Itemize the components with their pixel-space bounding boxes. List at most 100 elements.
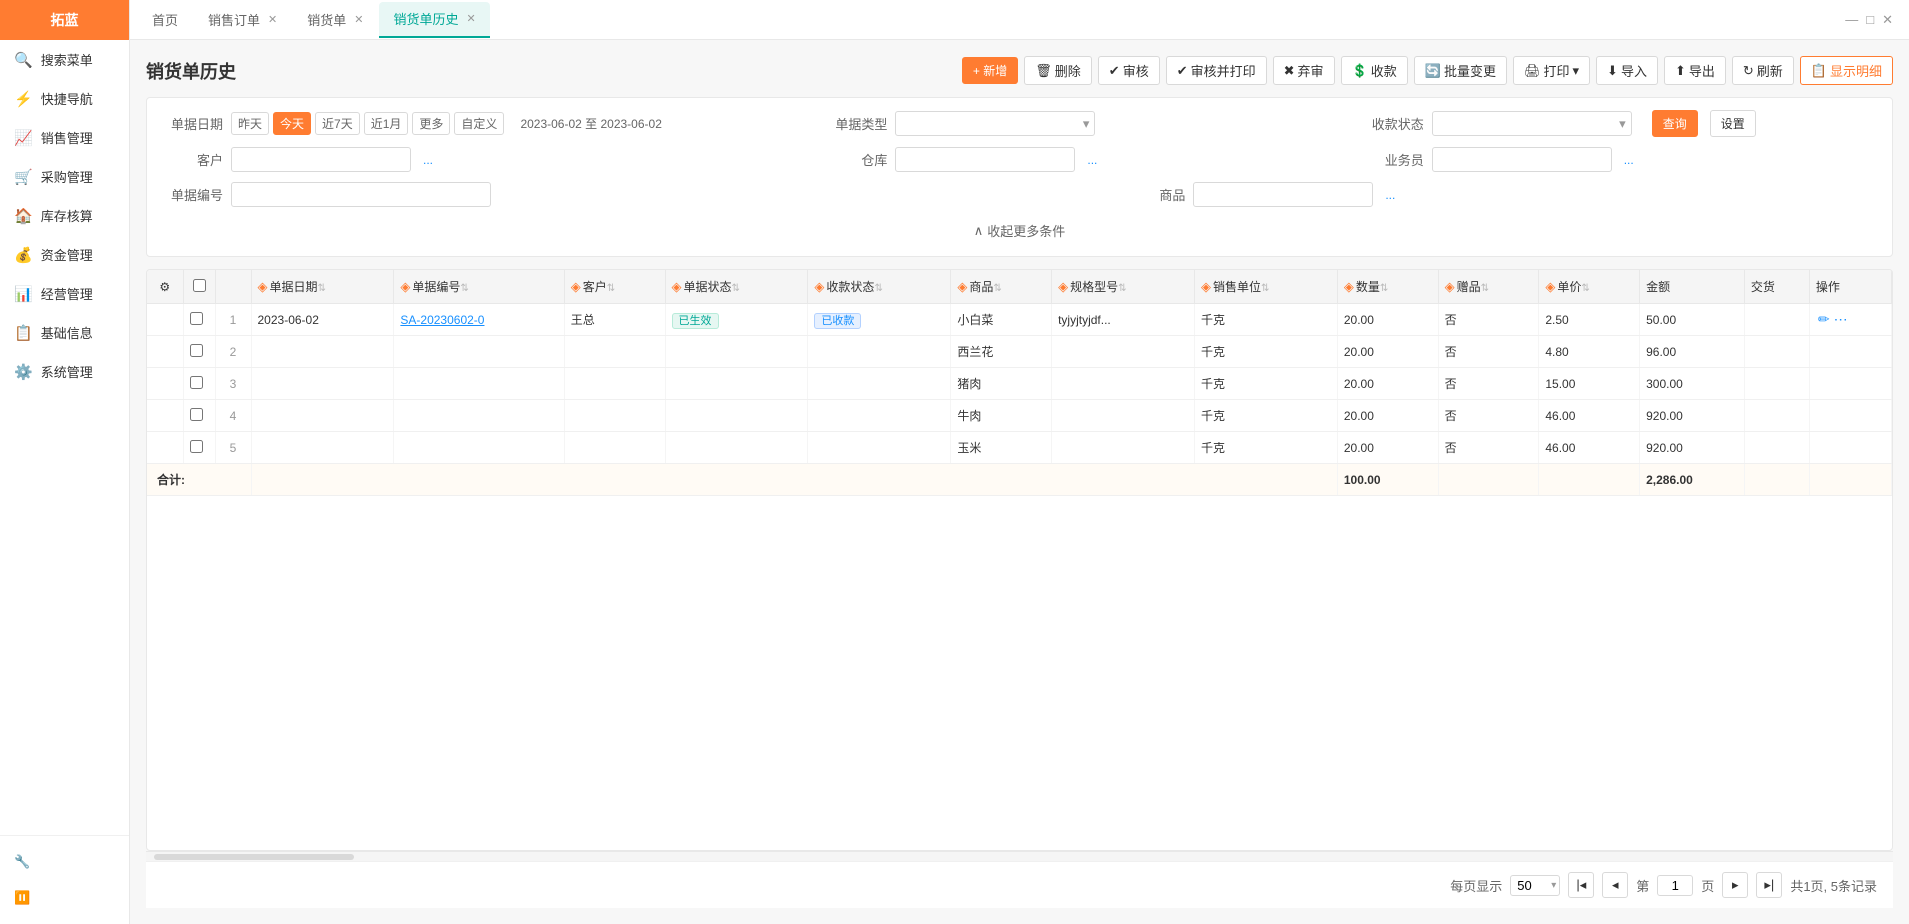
th-doc-no[interactable]: ◈单据编号⇅ xyxy=(394,270,564,304)
collect-status-badge: 已收款 xyxy=(814,313,861,329)
sidebar-item-settings[interactable]: 🔧 xyxy=(0,844,129,880)
date-today[interactable]: 今天 xyxy=(273,112,311,135)
review-button[interactable]: ✔ 审核 xyxy=(1098,56,1160,85)
sidebar-item-collapse[interactable]: ⏸️ xyxy=(0,880,129,916)
cell-settings xyxy=(147,336,183,368)
goods-more-icon[interactable]: ... xyxy=(1385,188,1395,202)
th-customer[interactable]: ◈客户⇅ xyxy=(564,270,665,304)
more-action-icon[interactable]: ⋯ xyxy=(1834,311,1848,327)
th-sales-unit[interactable]: ◈销售单位⇅ xyxy=(1194,270,1337,304)
sidebar-item-sys-mgmt[interactable]: ⚙️ 系统管理 xyxy=(0,352,129,391)
sidebar-item-purchase-mgmt[interactable]: 🛒 采购管理 xyxy=(0,157,129,196)
cell-action xyxy=(1809,432,1891,464)
money-icon: 💰 xyxy=(14,246,33,264)
collapse-label: 收起更多条件 xyxy=(987,221,1065,240)
table-row: 2西兰花千克20.00否4.8096.00 xyxy=(147,336,1892,368)
th-quantity[interactable]: ◈数量⇅ xyxy=(1337,270,1438,304)
date-7days[interactable]: 近7天 xyxy=(315,112,360,135)
sidebar-item-ops-mgmt[interactable]: 📊 经营管理 xyxy=(0,274,129,313)
sidebar-item-inventory-calc[interactable]: 🏠 库存核算 xyxy=(0,196,129,235)
page-next-btn[interactable]: ▸ xyxy=(1722,872,1748,898)
review-print-button[interactable]: ✔ 审核并打印 xyxy=(1166,56,1267,85)
summary-action xyxy=(1809,464,1891,496)
cell-customer: 王总 xyxy=(564,304,665,336)
tab-sales-delivery-close[interactable]: ✕ xyxy=(354,13,363,26)
page-first-btn[interactable]: |◂ xyxy=(1568,872,1594,898)
row-checkbox[interactable] xyxy=(190,376,203,389)
sidebar-item-capital-mgmt[interactable]: 💰 资金管理 xyxy=(0,235,129,274)
settings-filter-button[interactable]: 设置 xyxy=(1710,110,1756,137)
print-button[interactable]: 🖨 打印 ▾ xyxy=(1513,56,1590,85)
th-doc-date[interactable]: ◈单据日期⇅ xyxy=(251,270,394,304)
main-content: 首页 销售订单 ✕ 销货单 ✕ 销货单历史 ✕ — □ ✕ 销货单历史 + 新增 xyxy=(130,0,1909,924)
th-collect-status[interactable]: ◈收款状态⇅ xyxy=(808,270,951,304)
show-details-button[interactable]: 📋 显示明细 xyxy=(1800,56,1893,85)
page-last-btn[interactable]: ▸| xyxy=(1756,872,1782,898)
salesperson-input[interactable] xyxy=(1432,147,1612,172)
edit-icon[interactable]: ✏ xyxy=(1818,311,1830,327)
scroll-thumb[interactable] xyxy=(154,854,354,860)
collect-button[interactable]: 💲 收款 xyxy=(1341,56,1408,85)
th-gift[interactable]: ◈赠品⇅ xyxy=(1438,270,1539,304)
per-page-select[interactable]: 50 100 200 xyxy=(1510,875,1560,896)
th-settings[interactable]: ⚙ xyxy=(147,270,183,304)
warehouse-input[interactable] xyxy=(895,147,1075,172)
query-button[interactable]: 查询 xyxy=(1652,110,1698,137)
th-spec-type[interactable]: ◈规格型号⇅ xyxy=(1052,270,1195,304)
sidebar-item-sales-mgmt[interactable]: 📈 销售管理 xyxy=(0,118,129,157)
th-goods[interactable]: ◈商品⇅ xyxy=(951,270,1052,304)
tab-sales-delivery[interactable]: 销货单 ✕ xyxy=(293,2,377,38)
cell-collect-status xyxy=(808,400,951,432)
tab-sales-order-close[interactable]: ✕ xyxy=(268,13,277,26)
docno-input[interactable] xyxy=(231,182,491,207)
tab-sales-history[interactable]: 销货单历史 ✕ xyxy=(379,2,489,38)
filter-collapse-toggle[interactable]: ∧ 收起更多条件 xyxy=(163,217,1876,244)
date-1month[interactable]: 近1月 xyxy=(364,112,409,135)
toolbar: + 新增 🗑 删除 ✔ 审核 ✔ 审核并打印 ✖ 弃审 xyxy=(962,56,1893,85)
select-all-checkbox[interactable] xyxy=(193,279,206,292)
customer-input[interactable] xyxy=(231,147,411,172)
refresh-button[interactable]: ↻ 刷新 xyxy=(1732,56,1794,85)
tab-home[interactable]: 首页 xyxy=(138,2,192,38)
tab-sales-history-close[interactable]: ✕ xyxy=(467,12,476,25)
row-checkbox[interactable] xyxy=(190,312,203,325)
sidebar-item-quick-nav[interactable]: ⚡ 快捷导航 xyxy=(0,79,129,118)
row-checkbox[interactable] xyxy=(190,408,203,421)
abandon-button[interactable]: ✖ 弃审 xyxy=(1273,56,1335,85)
cell-transaction xyxy=(1744,400,1809,432)
tab-sales-order[interactable]: 销售订单 ✕ xyxy=(194,2,291,38)
date-custom[interactable]: 自定义 xyxy=(454,112,504,135)
th-unit-price[interactable]: ◈单价⇅ xyxy=(1539,270,1640,304)
cell-settings xyxy=(147,304,183,336)
link-cell[interactable]: SA-20230602-0 xyxy=(400,313,484,327)
cell-doc-no[interactable]: SA-20230602-0 xyxy=(394,304,564,336)
cell-transaction xyxy=(1744,336,1809,368)
date-more[interactable]: 更多 xyxy=(412,112,450,135)
import-button[interactable]: ⬇ 导入 xyxy=(1596,56,1658,85)
add-button[interactable]: + 新增 xyxy=(962,57,1018,84)
page-number-input[interactable] xyxy=(1657,875,1693,896)
sidebar-item-basic-info[interactable]: 📋 基础信息 xyxy=(0,313,129,352)
goods-input[interactable] xyxy=(1193,182,1373,207)
th-doc-status[interactable]: ◈单据状态⇅ xyxy=(665,270,808,304)
date-yesterday[interactable]: 昨天 xyxy=(231,112,269,135)
row-checkbox[interactable] xyxy=(190,344,203,357)
customer-more-icon[interactable]: ... xyxy=(423,153,433,167)
date-shortcuts: 昨天 今天 近7天 近1月 更多 自定义 xyxy=(231,112,504,135)
warehouse-more-icon[interactable]: ... xyxy=(1087,153,1097,167)
salesperson-more-icon[interactable]: ... xyxy=(1624,153,1634,167)
minimize-icon[interactable]: — xyxy=(1845,12,1858,28)
batch-change-button[interactable]: 🔄 批量变更 xyxy=(1414,56,1507,85)
filter-section: 单据日期 昨天 今天 近7天 近1月 更多 自定义 2023-06-02 至 2… xyxy=(146,97,1893,257)
row-checkbox[interactable] xyxy=(190,440,203,453)
sales-icon: 📈 xyxy=(14,129,33,147)
doc-type-select[interactable] xyxy=(895,111,1095,136)
export-button[interactable]: ⬆ 导出 xyxy=(1664,56,1726,85)
cell-doc-no xyxy=(394,336,564,368)
maximize-icon[interactable]: □ xyxy=(1866,12,1874,28)
sidebar-item-search-menu[interactable]: 🔍 搜索菜单 xyxy=(0,40,129,79)
page-prev-btn[interactable]: ◂ xyxy=(1602,872,1628,898)
delete-button[interactable]: 🗑 删除 xyxy=(1024,56,1092,85)
close-icon[interactable]: ✕ xyxy=(1882,12,1893,28)
collect-status-select[interactable] xyxy=(1432,111,1632,136)
